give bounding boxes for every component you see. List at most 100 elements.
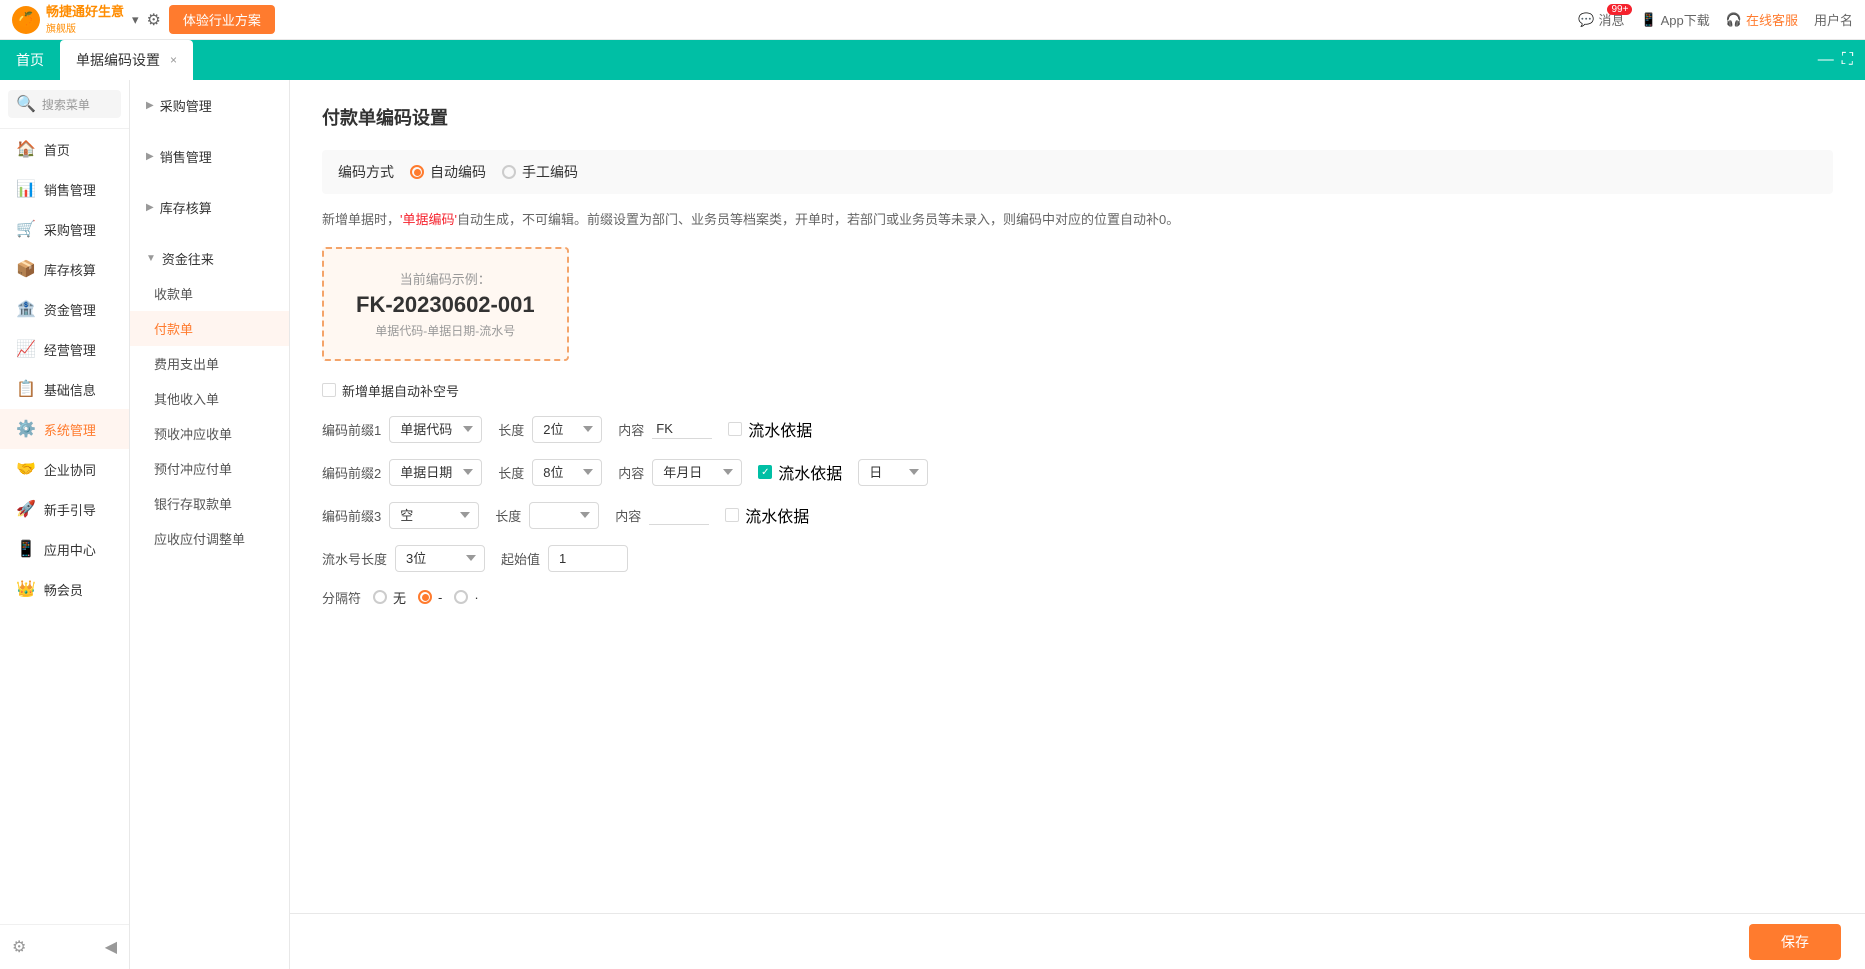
flow1-checkbox-row[interactable]: 流水依据 xyxy=(728,417,812,441)
separator-row: 分隔符 无 - · xyxy=(322,588,1833,607)
serial-length-label: 流水号长度 xyxy=(322,549,387,568)
submenu-header-inventory[interactable]: ▶ 库存核算 xyxy=(130,190,289,225)
save-button[interactable]: 保存 xyxy=(1749,924,1841,960)
app-logo: 🍊 畅捷通好生意 旗舰版 xyxy=(12,4,124,35)
prefix2-select[interactable]: 单据日期 xyxy=(389,459,482,486)
submenu-item-receipt[interactable]: 收款单 xyxy=(130,276,289,311)
field-serial-length: 流水号长度 3位 xyxy=(322,545,485,572)
sidebar-item-purchase[interactable]: 🛒 采购管理 xyxy=(0,209,129,249)
field-flow3: 流水依据 xyxy=(725,503,809,527)
sidebar-item-home[interactable]: 🏠 首页 xyxy=(0,129,129,169)
sep-dot-radio[interactable]: · xyxy=(454,590,478,605)
sidebar-item-basic[interactable]: 📋 基础信息 xyxy=(0,369,129,409)
online-service-button[interactable]: 🎧 在线客服 xyxy=(1726,10,1798,29)
maximize-button[interactable]: ⛶ xyxy=(1842,51,1853,69)
sep-none-radio-circle xyxy=(373,590,387,604)
phone-icon: 📱 xyxy=(1640,12,1656,28)
logo-text: 畅捷通好生意 旗舰版 xyxy=(46,4,124,35)
message-button[interactable]: 💬 消息 99+ xyxy=(1578,10,1624,29)
submenu-label-finance: 资金往来 xyxy=(162,249,214,268)
field-prefix2: 编码前缀2 单据日期 xyxy=(322,459,482,486)
flow1-checkbox[interactable] xyxy=(728,422,742,436)
field-length3: 长度 xyxy=(495,502,599,529)
start-value-input[interactable] xyxy=(548,545,628,572)
manual-encode-radio[interactable]: 手工编码 xyxy=(502,162,578,182)
content1-input[interactable] xyxy=(652,419,712,439)
field-content1: 内容 xyxy=(618,419,712,439)
flow3-checkbox-row[interactable]: 流水依据 xyxy=(725,503,809,527)
sep-none-radio[interactable]: 无 xyxy=(373,588,406,607)
preview-box: 当前编码示例： FK-20230602-001 单据代码-单据日期-流水号 xyxy=(322,247,569,361)
preview-desc: 单据代码-单据日期-流水号 xyxy=(356,322,535,339)
auto-fill-checkbox-row[interactable]: 新增单据自动补空号 xyxy=(322,381,1833,400)
flow1-label: 流水依据 xyxy=(748,417,812,441)
length2-select[interactable]: 8位 xyxy=(532,459,602,486)
serial-length-select[interactable]: 3位 xyxy=(395,545,485,572)
search-input-wrapper[interactable]: 🔍 搜索菜单 xyxy=(8,90,121,118)
collapse-icon[interactable]: ◀ xyxy=(105,937,117,957)
submenu-item-other-income[interactable]: 其他收入单 xyxy=(130,381,289,416)
prefix1-select[interactable]: 单据代码 xyxy=(389,416,482,443)
home-icon: 🏠 xyxy=(16,139,36,159)
submenu-group-finance: ▼ 资金往来 收款单 付款单 费用支出单 其他收入单 预收冲应收单 预付冲应付单… xyxy=(130,233,289,564)
sidebar-item-enterprise[interactable]: 🤝 企业协同 xyxy=(0,449,129,489)
sidebar-item-label-purchase: 采购管理 xyxy=(44,220,96,239)
info-text-highlight: '单据编码' xyxy=(400,212,457,227)
operations-icon: 📈 xyxy=(16,339,36,359)
submenu-item-prepay-receivable[interactable]: 预收冲应收单 xyxy=(130,416,289,451)
auto-fill-checkbox[interactable] xyxy=(322,383,336,397)
dropdown-arrow: ▾ xyxy=(132,12,139,28)
tab-home[interactable]: 首页 xyxy=(0,40,60,80)
settings-bottom-icon[interactable]: ⚙ xyxy=(12,937,26,957)
chevron-right-icon-inventory: ▶ xyxy=(146,202,154,213)
content3-input[interactable] xyxy=(649,505,709,525)
sidebar-item-label-operations: 经营管理 xyxy=(44,340,96,359)
prefix3-select[interactable]: 空 xyxy=(389,502,479,529)
submenu-item-expense[interactable]: 费用支出单 xyxy=(130,346,289,381)
sidebar-item-sales[interactable]: 📊 销售管理 xyxy=(0,169,129,209)
flow2-unit-select[interactable]: 日 xyxy=(858,459,928,486)
sidebar-item-operations[interactable]: 📈 经营管理 xyxy=(0,329,129,369)
sidebar-item-label-inventory: 库存核算 xyxy=(44,260,96,279)
content2-select[interactable]: 年月日 xyxy=(652,459,742,486)
sidebar-item-guide[interactable]: 🚀 新手引导 xyxy=(0,489,129,529)
promo-button[interactable]: 体验行业方案 xyxy=(169,5,275,34)
sidebar-item-inventory[interactable]: 📦 库存核算 xyxy=(0,249,129,289)
logo-icon: 🍊 xyxy=(12,6,40,34)
flow2-checkbox-row[interactable]: ✓ 流水依据 xyxy=(758,460,842,484)
submenu-header-sales[interactable]: ▶ 销售管理 xyxy=(130,139,289,174)
system-icon: ⚙️ xyxy=(16,419,36,439)
topbar-left: 🍊 畅捷通好生意 旗舰版 ▾ ⚙ 体验行业方案 xyxy=(12,4,275,35)
tab-close-icon[interactable]: × xyxy=(170,53,177,67)
settings-icon[interactable]: ⚙ xyxy=(147,10,161,30)
submenu-item-bank[interactable]: 银行存取款单 xyxy=(130,486,289,521)
appcenter-icon: 📱 xyxy=(16,539,36,559)
submenu-item-prepay-payable[interactable]: 预付冲应付单 xyxy=(130,451,289,486)
form-row-prefix3: 编码前缀3 空 长度 内容 xyxy=(322,502,1833,529)
auto-encode-radio[interactable]: 自动编码 xyxy=(410,162,486,182)
sidebar-search[interactable]: 🔍 搜索菜单 xyxy=(0,80,129,129)
sep-dash-radio[interactable]: - xyxy=(418,590,442,605)
sidebar-item-system[interactable]: ⚙️ 系统管理 xyxy=(0,409,129,449)
submenu-header-finance[interactable]: ▼ 资金往来 xyxy=(130,241,289,276)
sidebar-item-member[interactable]: 👑 畅会员 xyxy=(0,569,129,609)
flow3-checkbox[interactable] xyxy=(725,508,739,522)
tab-encoding[interactable]: 单据编码设置 × xyxy=(60,40,193,80)
topbar-dropdown[interactable]: ▾ xyxy=(132,12,139,28)
submenu-header-purchase[interactable]: ▶ 采购管理 xyxy=(130,88,289,123)
minimize-button[interactable]: — xyxy=(1818,51,1834,69)
length3-select[interactable] xyxy=(529,502,599,529)
app-download-button[interactable]: 📱 App下载 xyxy=(1640,10,1709,29)
submenu-item-adjustment[interactable]: 应收应付调整单 xyxy=(130,521,289,556)
user-info[interactable]: 用户名 xyxy=(1814,10,1853,29)
sidebar-item-finance[interactable]: 🏦 资金管理 xyxy=(0,289,129,329)
flow2-checkbox[interactable]: ✓ xyxy=(758,465,772,479)
field-length1: 长度 2位 xyxy=(498,416,602,443)
submenu-item-payment[interactable]: 付款单 xyxy=(130,311,289,346)
message-badge: 99+ xyxy=(1607,4,1632,15)
length1-select[interactable]: 2位 xyxy=(532,416,602,443)
sidebar-item-appcenter[interactable]: 📱 应用中心 xyxy=(0,529,129,569)
sidebar-item-label-sales: 销售管理 xyxy=(44,180,96,199)
preview-code: FK-20230602-001 xyxy=(356,292,535,318)
flow2-label: 流水依据 xyxy=(778,460,842,484)
